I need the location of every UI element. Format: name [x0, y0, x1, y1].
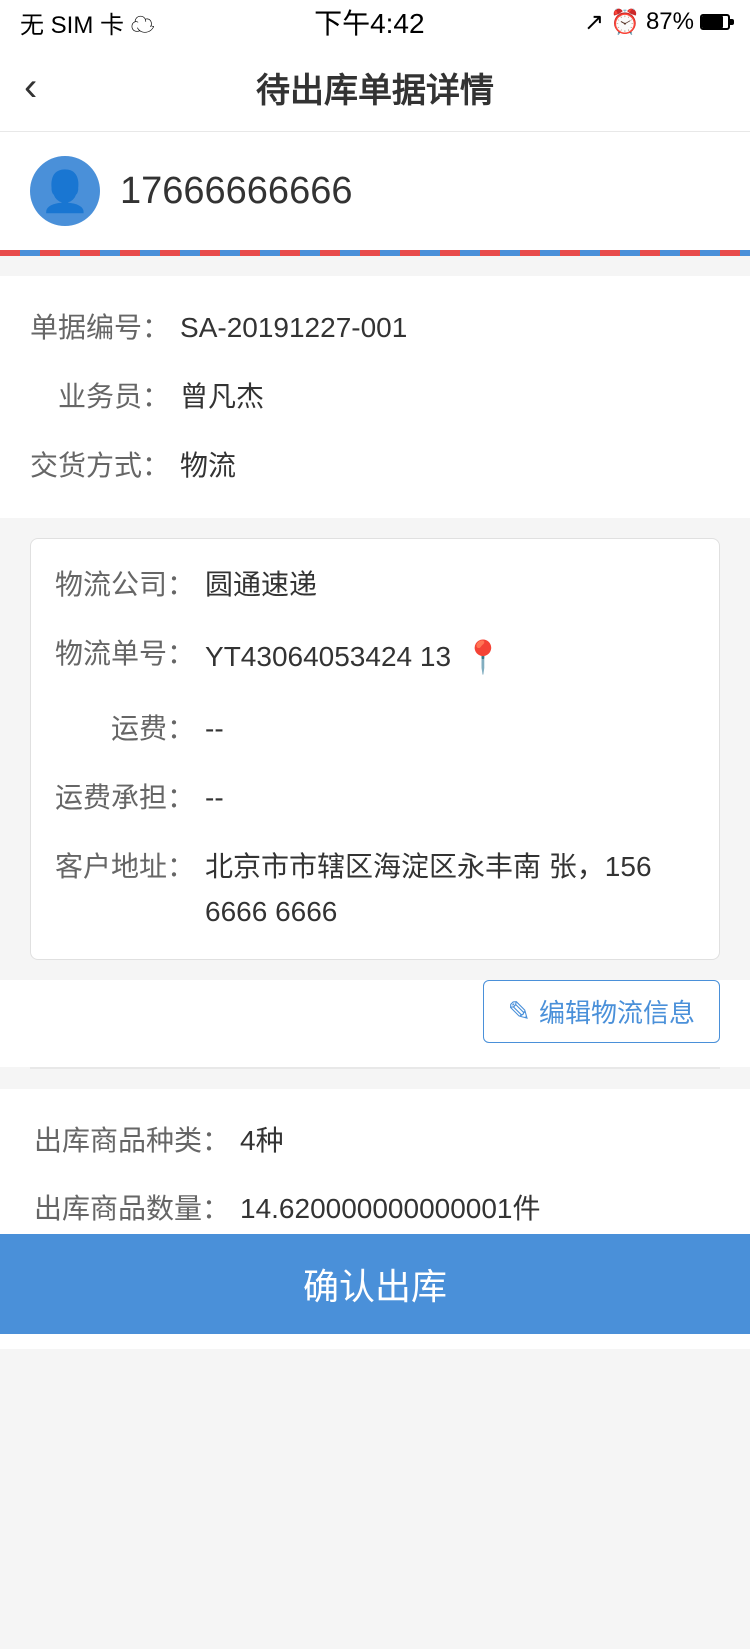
section-separator-1: [30, 1067, 720, 1069]
status-bar: 无 SIM 卡 ☁ 下午4:42 ↗ ⏰ 87%: [0, 0, 750, 44]
customer-header: 👤 17666666666: [0, 132, 750, 250]
edit-logistics-button[interactable]: ✎ 编辑物流信息: [483, 980, 720, 1043]
tracking-value: YT43064053424 13 📍: [205, 632, 695, 683]
user-icon: 👤: [40, 168, 90, 215]
logistics-section: 物流公司： 圆通速递 物流单号： YT43064053424 13 📍 运费： …: [30, 538, 720, 959]
status-left: 无 SIM 卡 ☁: [20, 5, 155, 40]
basic-info-section: 单据编号： SA-20191227-001 业务员： 曾凡杰 交货方式： 物流: [0, 276, 750, 518]
bottom-spacer: [0, 1549, 750, 1649]
goods-type-row: 出库商品种类： 4种: [30, 1119, 720, 1164]
empty-area: [0, 1349, 750, 1549]
nav-bar: ‹ 待出库单据详情: [0, 44, 750, 132]
tracking-label: 物流单号：: [55, 632, 195, 677]
goods-qty-row: 出库商品数量： 14.620000000000001件: [30, 1187, 720, 1232]
freight-label: 运费：: [55, 707, 195, 752]
edit-icon: ✎: [508, 995, 531, 1028]
freight-bearer-label: 运费承担：: [55, 776, 195, 821]
battery-icon: [700, 14, 730, 30]
location-icon[interactable]: 📍: [463, 632, 503, 683]
sim-wifi-label: 无 SIM 卡 ☁: [20, 5, 155, 40]
freight-value: --: [205, 707, 695, 752]
freight-row: 运费： --: [55, 707, 695, 752]
confirm-area: 确认出库: [0, 1234, 750, 1334]
freight-bearer-row: 运费承担： --: [55, 776, 695, 821]
delivery-value: 物流: [180, 444, 720, 489]
sales-row: 业务员： 曾凡杰: [30, 375, 720, 420]
back-button[interactable]: ‹: [24, 65, 37, 110]
confirm-outbound-button[interactable]: 确认出库: [0, 1234, 750, 1334]
dashed-divider: [0, 250, 750, 256]
goods-qty-label: 出库商品数量：: [30, 1187, 230, 1232]
goods-type-value: 4种: [240, 1119, 720, 1164]
location-status-icon: ↗: [584, 8, 604, 37]
address-row: 客户地址： 北京市市辖区海淀区永丰南 张，156 6666 6666: [55, 845, 695, 935]
page-title: 待出库单据详情: [256, 63, 494, 112]
doc-no-row: 单据编号： SA-20191227-001: [30, 306, 720, 351]
delivery-label: 交货方式：: [30, 444, 170, 489]
tracking-number: YT43064053424 13: [205, 635, 451, 680]
company-row: 物流公司： 圆通速递: [55, 563, 695, 608]
tracking-row: 物流单号： YT43064053424 13 📍: [55, 632, 695, 683]
company-value: 圆通速递: [205, 563, 695, 608]
sales-value: 曾凡杰: [180, 375, 720, 420]
battery-label: 87%: [646, 8, 694, 36]
customer-phone: 17666666666: [120, 170, 352, 213]
company-label: 物流公司：: [55, 563, 195, 608]
sales-label: 业务员：: [30, 375, 170, 420]
doc-no-label: 单据编号：: [30, 306, 170, 351]
goods-qty-value: 14.620000000000001件: [240, 1187, 720, 1232]
avatar: 👤: [30, 156, 100, 226]
goods-type-label: 出库商品种类：: [30, 1119, 230, 1164]
status-time: 下午4:42: [314, 2, 425, 42]
freight-bearer-value: --: [205, 776, 695, 821]
delivery-row: 交货方式： 物流: [30, 444, 720, 489]
address-label: 客户地址：: [55, 845, 195, 890]
address-value: 北京市市辖区海淀区永丰南 张，156 6666 6666: [205, 845, 695, 935]
edit-logistics-label: 编辑物流信息: [539, 993, 695, 1030]
doc-no-value: SA-20191227-001: [180, 306, 720, 351]
alarm-icon: ⏰: [610, 8, 640, 37]
status-right: ↗ ⏰ 87%: [584, 8, 730, 37]
edit-logistics-row: ✎ 编辑物流信息: [0, 980, 750, 1067]
